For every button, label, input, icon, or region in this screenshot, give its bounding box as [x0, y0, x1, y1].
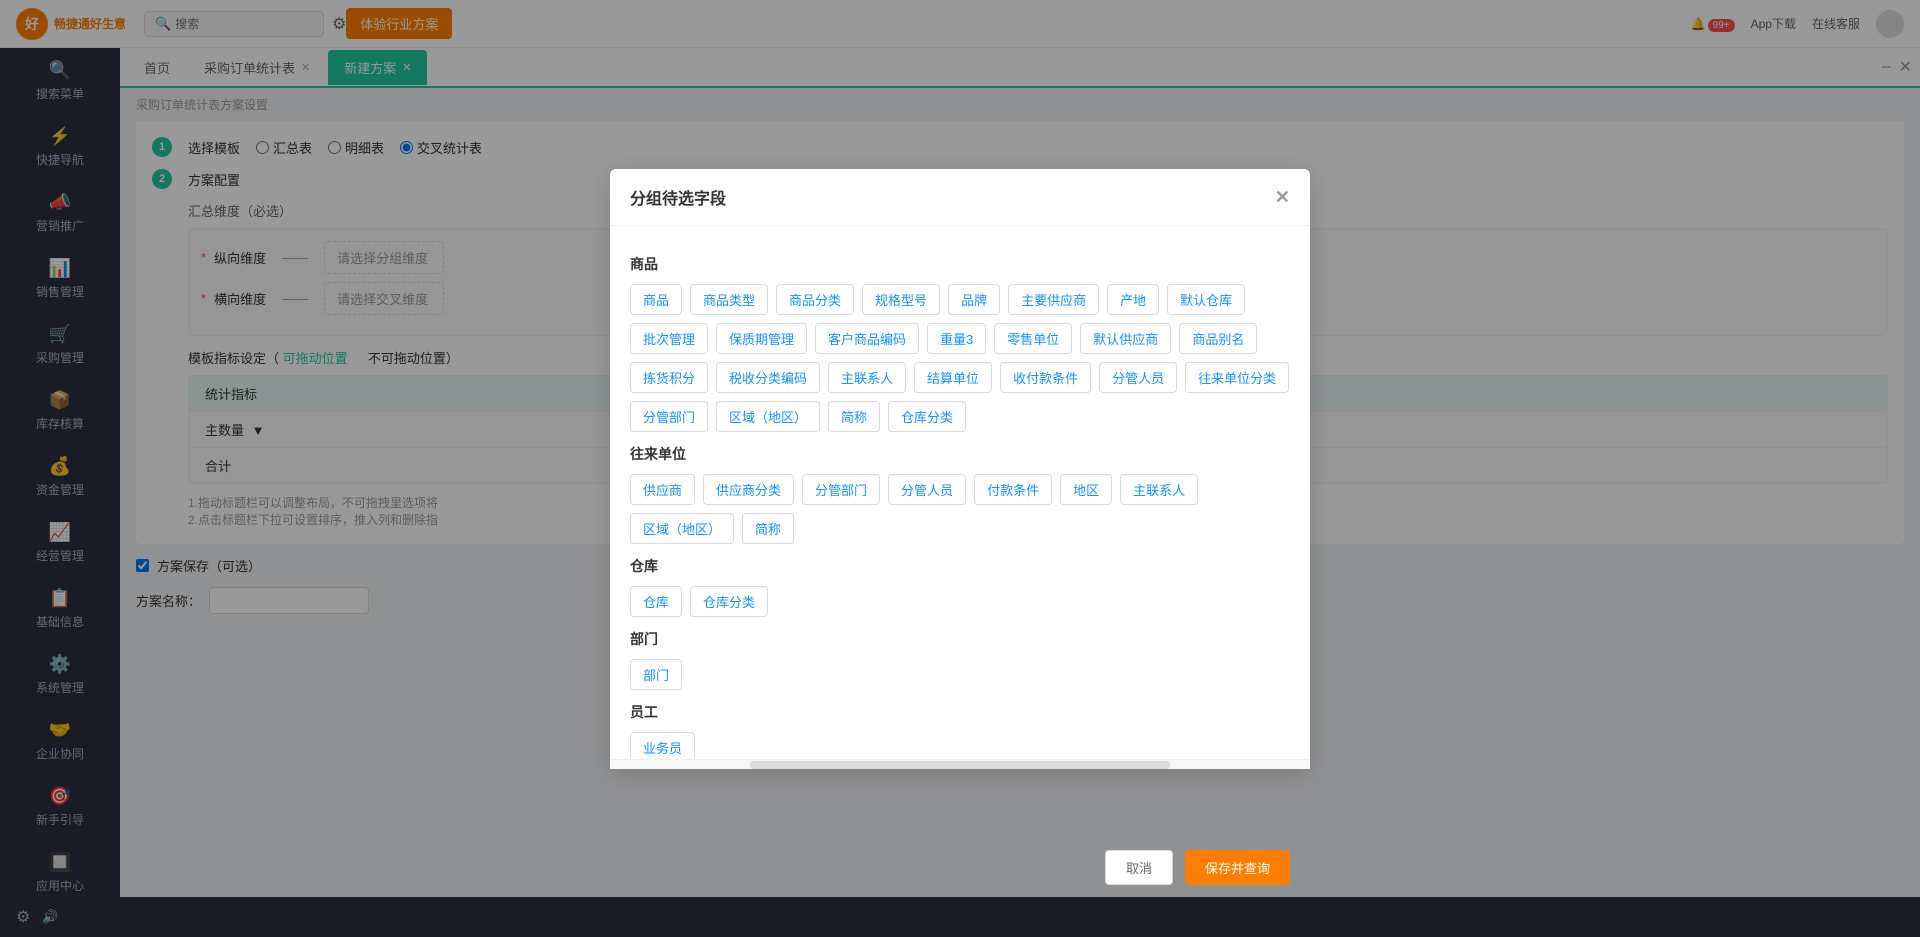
- field-tag-warehouse-0[interactable]: 仓库: [630, 586, 682, 617]
- field-tag-goods-24[interactable]: 简称: [828, 401, 880, 432]
- cancel-button[interactable]: 取消: [1105, 850, 1173, 885]
- field-tag-goods-14[interactable]: 商品别名: [1179, 323, 1257, 354]
- field-tag-goods-13[interactable]: 默认供应商: [1080, 323, 1171, 354]
- field-tag-employee-0[interactable]: 业务员: [630, 732, 695, 759]
- field-tag-goods-16[interactable]: 税收分类编码: [716, 362, 820, 393]
- field-tag-goods-9[interactable]: 保质期管理: [716, 323, 807, 354]
- field-tags-partner: 供应商 供应商分类 分管部门 分管人员 付款条件 地区 主联系人 区域（地区） …: [630, 474, 1290, 544]
- field-tag-partner-3[interactable]: 分管人员: [888, 474, 966, 505]
- field-tag-goods-4[interactable]: 品牌: [948, 284, 1000, 315]
- field-tags-dept: 部门: [630, 659, 1290, 690]
- dialog-body[interactable]: 商品 商品 商品类型 商品分类 规格型号 品牌 主要供应商 产地 默认仓库 批次…: [610, 226, 1310, 759]
- field-tag-partner-2[interactable]: 分管部门: [802, 474, 880, 505]
- dialog-hscrollbar-thumb[interactable]: [750, 761, 1170, 769]
- field-tag-goods-23[interactable]: 区域（地区）: [716, 401, 820, 432]
- field-tag-goods-5[interactable]: 主要供应商: [1008, 284, 1099, 315]
- dialog-header: 分组待选字段 ✕: [610, 169, 1310, 226]
- field-tag-goods-17[interactable]: 主联系人: [828, 362, 906, 393]
- field-tag-goods-21[interactable]: 往来单位分类: [1185, 362, 1289, 393]
- dialog: 分组待选字段 ✕ 商品 商品 商品类型 商品分类 规格型号 品牌 主要供应商 产…: [610, 169, 1310, 769]
- field-tag-goods-19[interactable]: 收付款条件: [1000, 362, 1091, 393]
- field-tag-goods-3[interactable]: 规格型号: [862, 284, 940, 315]
- field-tag-goods-12[interactable]: 零售单位: [994, 323, 1072, 354]
- dialog-hscrollbar: [610, 759, 1310, 769]
- field-tag-warehouse-1[interactable]: 仓库分类: [690, 586, 768, 617]
- field-tag-partner-8[interactable]: 简称: [742, 513, 794, 544]
- field-tag-partner-0[interactable]: 供应商: [630, 474, 695, 505]
- section-title-goods: 商品: [630, 254, 1290, 274]
- field-tag-goods-22[interactable]: 分管部门: [630, 401, 708, 432]
- field-tags-warehouse: 仓库 仓库分类: [630, 586, 1290, 617]
- dialog-title: 分组待选字段: [630, 185, 726, 209]
- field-tag-partner-4[interactable]: 付款条件: [974, 474, 1052, 505]
- section-title-employee: 员工: [630, 702, 1290, 722]
- dialog-footer: 取消 保存并查询: [1085, 838, 1310, 897]
- field-tag-goods-7[interactable]: 默认仓库: [1167, 284, 1245, 315]
- field-tag-goods-2[interactable]: 商品分类: [776, 284, 854, 315]
- overlay: 分组待选字段 ✕ 商品 商品 商品类型 商品分类 规格型号 品牌 主要供应商 产…: [0, 0, 1920, 937]
- confirm-button[interactable]: 保存并查询: [1185, 850, 1290, 885]
- section-title-warehouse: 仓库: [630, 556, 1290, 576]
- field-tag-goods-20[interactable]: 分管人员: [1099, 362, 1177, 393]
- section-title-dept: 部门: [630, 629, 1290, 649]
- field-tag-goods-11[interactable]: 重量3: [927, 323, 986, 354]
- dialog-close-btn[interactable]: ✕: [1275, 188, 1290, 206]
- field-tag-goods-8[interactable]: 批次管理: [630, 323, 708, 354]
- field-tag-partner-6[interactable]: 主联系人: [1120, 474, 1198, 505]
- field-tags-employee: 业务员: [630, 732, 1290, 759]
- field-tag-goods-6[interactable]: 产地: [1107, 284, 1159, 315]
- field-tag-goods-18[interactable]: 结算单位: [914, 362, 992, 393]
- field-tag-goods-15[interactable]: 拣货积分: [630, 362, 708, 393]
- field-tag-dept-0[interactable]: 部门: [630, 659, 682, 690]
- field-tag-partner-5[interactable]: 地区: [1060, 474, 1112, 505]
- field-tag-goods-0[interactable]: 商品: [630, 284, 682, 315]
- field-tag-partner-1[interactable]: 供应商分类: [703, 474, 794, 505]
- field-tag-goods-10[interactable]: 客户商品编码: [815, 323, 919, 354]
- field-tag-goods-25[interactable]: 仓库分类: [888, 401, 966, 432]
- field-tags-goods: 商品 商品类型 商品分类 规格型号 品牌 主要供应商 产地 默认仓库 批次管理 …: [630, 284, 1290, 432]
- section-title-partner: 往来单位: [630, 444, 1290, 464]
- field-tag-partner-7[interactable]: 区域（地区）: [630, 513, 734, 544]
- field-tag-goods-1[interactable]: 商品类型: [690, 284, 768, 315]
